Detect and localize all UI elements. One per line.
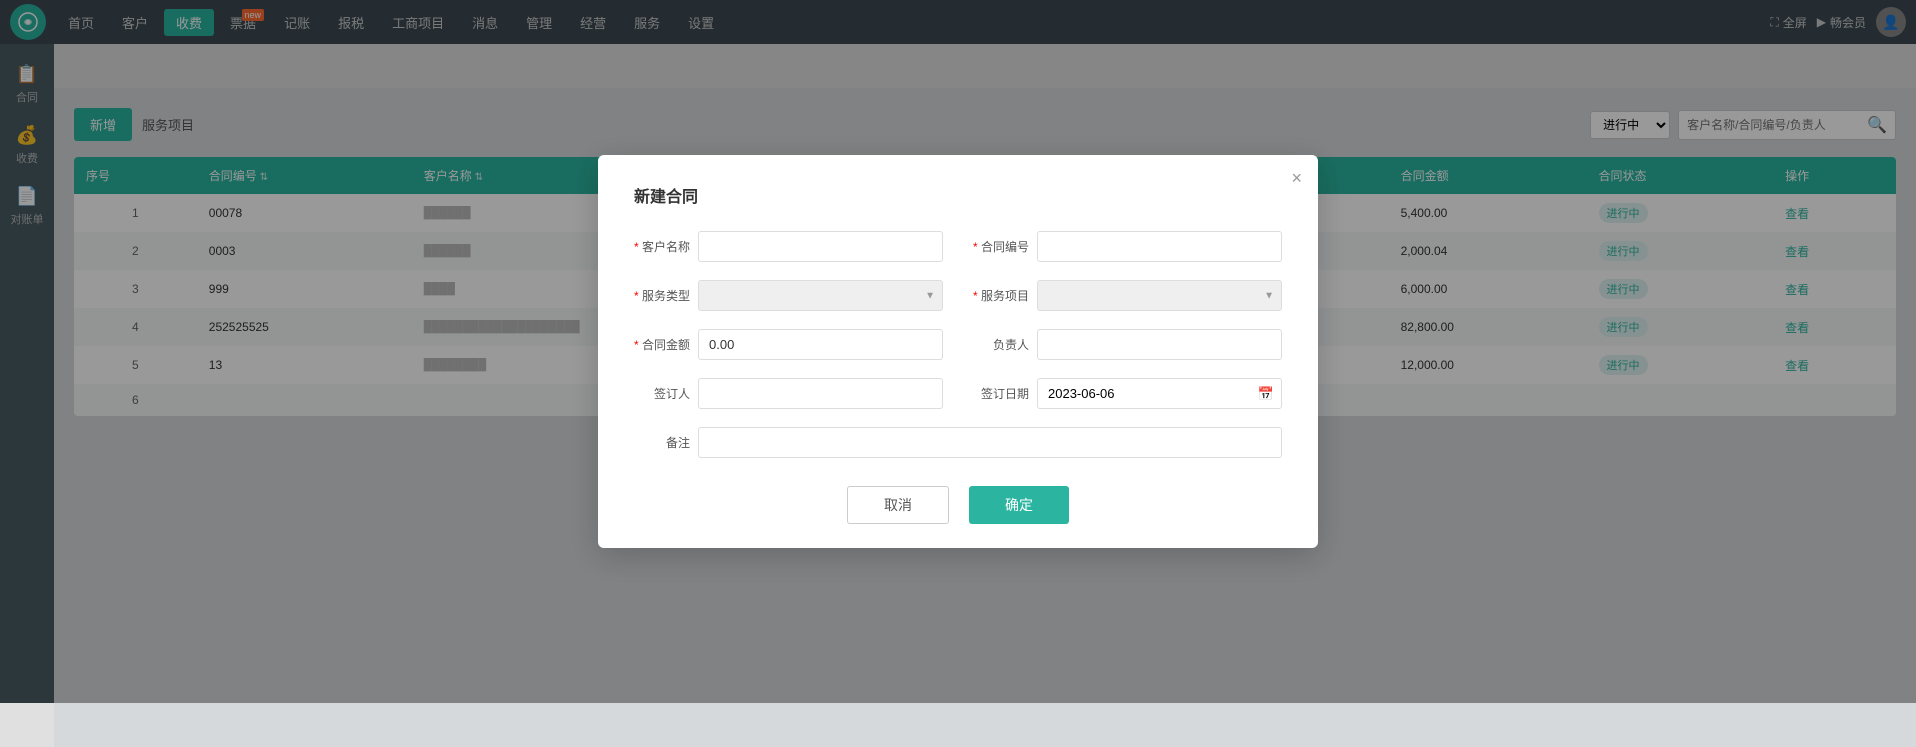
form-row-contract-no: 合同编号 [973,231,1282,262]
new-contract-modal: × 新建合同 客户名称 合同编号 服务类型 服 [598,155,1318,548]
form-row-service-item: 服务项目 [973,280,1282,311]
service-item-select-wrap [1037,280,1282,311]
amount-input[interactable] [698,329,943,360]
cancel-button[interactable]: 取消 [847,486,949,524]
form-row-customer: 客户名称 [634,231,943,262]
confirm-button[interactable]: 确定 [969,486,1069,524]
service-item-select[interactable] [1037,280,1282,311]
amount-label: 合同金额 [634,336,690,353]
contract-no-input[interactable] [1037,231,1282,262]
service-type-label: 服务类型 [634,287,690,304]
form-row-amount: 合同金额 [634,329,943,360]
form-row-remark: 备注 [634,427,1282,458]
form-row-service-type: 服务类型 [634,280,943,311]
service-type-select[interactable] [698,280,943,311]
form-row-sign-date: 签订日期 [973,378,1282,409]
sign-date-wrap [1037,378,1282,409]
modal-close-button[interactable]: × [1291,169,1302,187]
responsible-input[interactable] [1037,329,1282,360]
modal-overlay: × 新建合同 客户名称 合同编号 服务类型 服 [0,0,1916,703]
form-row-responsible: 负责人 [973,329,1282,360]
modal-footer: 取消 确定 [634,486,1282,524]
signer-label: 签订人 [634,385,690,402]
signer-input[interactable] [698,378,943,409]
remark-input[interactable] [698,427,1282,458]
service-item-label: 服务项目 [973,287,1029,304]
customer-name-input[interactable] [698,231,943,262]
form-row-signer: 签订人 [634,378,943,409]
modal-title: 新建合同 [634,183,1282,207]
customer-name-label: 客户名称 [634,238,690,255]
form-grid: 客户名称 合同编号 服务类型 服务项目 [634,231,1282,458]
sign-date-input[interactable] [1037,378,1282,409]
responsible-label: 负责人 [973,336,1029,353]
service-type-select-wrap [698,280,943,311]
contract-no-label: 合同编号 [973,238,1029,255]
remark-label: 备注 [634,434,690,451]
sign-date-label: 签订日期 [973,385,1029,402]
